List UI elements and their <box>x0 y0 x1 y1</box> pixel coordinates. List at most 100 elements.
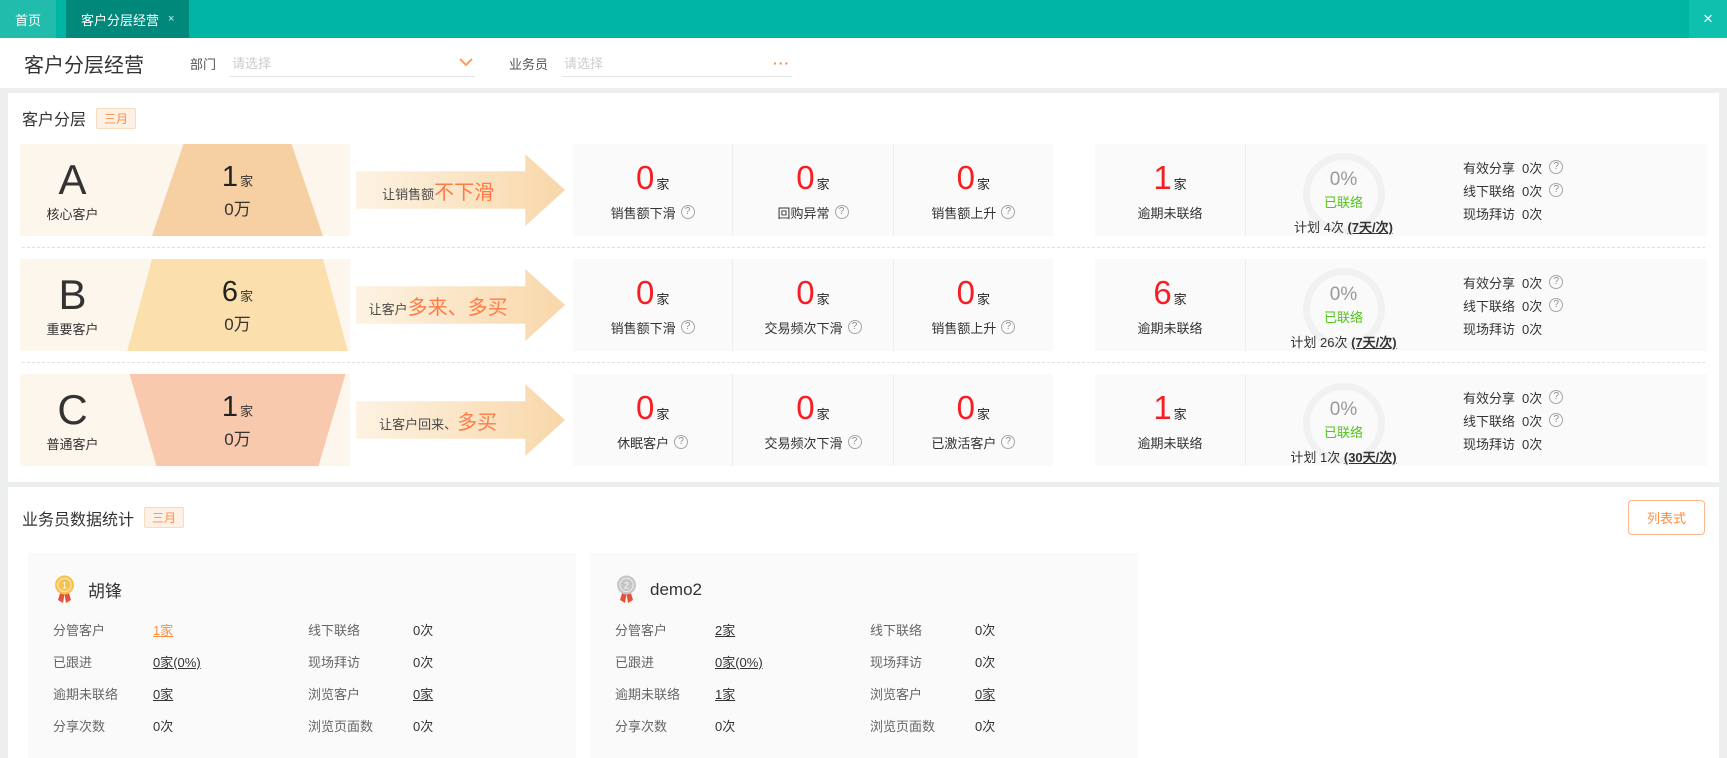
stat-label: 交易频次下滑 <box>764 320 843 336</box>
stat-col: 0家 回购异常? <box>732 144 892 236</box>
row-divider <box>22 247 1705 248</box>
help-icon[interactable]: ? <box>1549 160 1564 174</box>
layer-band: C 普通客户 1家 0万 <box>20 374 350 466</box>
stat-col: 0家 销售额下滑? <box>573 144 732 236</box>
help-icon[interactable]: ? <box>1549 183 1564 197</box>
stat-value[interactable]: 0家(0%) <box>715 652 870 671</box>
close-icon[interactable]: × <box>1689 0 1727 38</box>
layer-type: 重要客户 <box>46 321 99 337</box>
row-divider <box>22 362 1705 363</box>
salesperson-placeholder: 请选择 <box>564 56 604 71</box>
salesperson-name: 胡锋 <box>88 582 122 601</box>
funnel-stats: 1家 0万 <box>222 161 253 220</box>
layer-letter: C <box>57 385 88 433</box>
followup-group: 1家 逾期未联络 0% 已联络 计划 4次 (7天/次) 有效分享 0次? 线下联… <box>1095 144 1707 236</box>
section-title: 客户分层 <box>22 112 87 129</box>
department-placeholder: 请选择 <box>232 56 272 71</box>
stat-number: 0家 <box>635 158 670 196</box>
overdue-col: 1家 逾期未联络 <box>1095 374 1245 466</box>
stat-value: 0次 <box>413 719 434 734</box>
tab-home[interactable]: 首页 <box>0 0 57 38</box>
stat-number: 0家 <box>956 158 990 196</box>
stats-group: 0家 销售额下滑? 0家 回购异常? 0家 销售额上升? <box>573 144 1053 236</box>
layer-type: 核心客户 <box>46 206 99 222</box>
gauge-status: 已联络 <box>1323 310 1363 325</box>
funnel-stats: 6家 0万 <box>222 276 253 335</box>
page-title: 客户分层经营 <box>24 54 144 77</box>
stat-label: 销售额上升 <box>931 205 997 221</box>
stat-value[interactable]: 0家(0%) <box>153 652 308 671</box>
stat-label: 已激活客户 <box>931 435 997 451</box>
department-label: 部门 <box>190 56 217 72</box>
stat-value: 0次 <box>153 719 174 734</box>
stat-label: 销售额下滑 <box>610 205 676 221</box>
salesperson-cards: 1 胡锋 分管客户 1家 线下联络 0次 已跟进 0家(0%) 现场拜访 0次 逾期未联… <box>8 545 1719 758</box>
stat-number: 1家 <box>1153 158 1187 196</box>
stat-number: 0家 <box>956 273 990 311</box>
side-row: 有效分享 0次? <box>1463 388 1564 407</box>
followup-group: 1家 逾期未联络 0% 已联络 计划 1次 (30天/次) 有效分享 0次? 线下… <box>1095 374 1707 466</box>
stat-label: 销售额下滑 <box>610 320 676 336</box>
layer-rows: A 核心客户 1家 0万 让销售额不下滑 0家 销售额下滑? 0 家 回购异常 … <box>8 140 1719 482</box>
month-badge: 三月 <box>96 107 137 129</box>
layer-letter-block: A 核心客户 <box>20 157 125 223</box>
stat-label: 逾期未联络 <box>1137 320 1203 336</box>
stat-col: 0家 销售额下滑? <box>573 259 732 351</box>
tab-customer-layers[interactable]: 客户分层经营 × <box>66 0 190 38</box>
help-icon[interactable]: ? <box>847 435 862 449</box>
side-row: 线下联络 0次? <box>1463 296 1564 315</box>
stat-number: 0家 <box>796 158 830 196</box>
funnel-segment: 6家 0万 <box>125 259 350 351</box>
stat-value[interactable]: 0家 <box>413 684 551 703</box>
stat-col: 0家 销售额上升? <box>892 259 1053 351</box>
stat-number: 0家 <box>796 273 830 311</box>
side-row: 线下联络 0次? <box>1463 411 1564 430</box>
help-icon[interactable]: ? <box>1549 413 1564 427</box>
stat-value[interactable]: 1家 <box>715 684 870 703</box>
slogan: 让客户多来、多买 <box>368 296 508 319</box>
stat-col: 0家 交易频次下滑? <box>732 259 892 351</box>
stat-col: 0家 交易频次下滑? <box>732 374 892 466</box>
stat-value[interactable]: 2家 <box>715 620 870 639</box>
ellipsis-icon[interactable]: ··· <box>773 55 790 71</box>
salesperson-header: 业务员数据统计 三月 列表式 <box>8 487 1719 545</box>
help-icon[interactable]: ? <box>847 320 862 334</box>
salesperson-name: demo2 <box>650 579 702 599</box>
stat-value[interactable]: 0家 <box>153 684 308 703</box>
gauge-percent: 0% <box>1329 284 1358 305</box>
side-list: 有效分享 0次? 线下联络 0次? 现场拜访 0次 <box>1463 374 1564 466</box>
help-icon[interactable]: ? <box>1001 435 1016 449</box>
layer-band: A 核心客户 1家 0万 <box>20 144 350 236</box>
stat-col: 0家 休眠客户? <box>573 374 732 466</box>
help-icon[interactable]: ? <box>680 205 695 219</box>
layer-row-c: C 普通客户 1家 0万 让客户回来、多买 0家 休眠客户? 0 家 交易频次下… <box>20 374 1707 466</box>
stat-value[interactable]: 0家 <box>975 684 1113 703</box>
list-view-button[interactable]: 列表式 <box>1627 500 1705 535</box>
gauge-col: 0% 已联络 计划 26次 (7天/次) <box>1245 259 1441 351</box>
salesperson-input[interactable]: 请选择 ··· <box>562 49 793 77</box>
help-icon[interactable]: ? <box>680 320 695 334</box>
stat-label: 销售额上升 <box>931 320 997 336</box>
help-icon[interactable]: ? <box>1001 320 1016 334</box>
funnel-stats: 1家 0万 <box>222 391 253 450</box>
help-icon[interactable]: ? <box>674 435 689 449</box>
help-icon[interactable]: ? <box>1549 390 1564 404</box>
customer-count: 1家 <box>221 390 254 423</box>
salesperson-panel: 业务员数据统计 三月 列表式 1 胡锋 分管客户 1家 线下联络 0次 已跟进 0家(… <box>8 487 1719 758</box>
funnel-segment: 1家 0万 <box>125 374 350 466</box>
side-row: 有效分享 0次? <box>1463 158 1564 177</box>
help-icon[interactable]: ? <box>1001 205 1016 219</box>
stat-number: 6家 <box>1153 273 1187 311</box>
stats-group: 0家 销售额下滑? 0家 交易频次下滑? 0家 销售额上升? <box>573 259 1053 351</box>
silver-medal-icon: 2 <box>617 575 636 603</box>
help-icon[interactable]: ? <box>834 205 849 219</box>
tab-close-icon[interactable]: × <box>168 13 174 25</box>
help-icon[interactable]: ? <box>1549 275 1564 289</box>
department-select[interactable]: 请选择 <box>230 49 476 77</box>
gauge-percent: 0% <box>1329 169 1358 190</box>
help-icon[interactable]: ? <box>1549 298 1564 312</box>
stat-number: 0家 <box>796 388 830 426</box>
stat-col: 0家 销售额上升? <box>892 144 1053 236</box>
top-tab-bar: 首页 客户分层经营 × × <box>0 0 1727 38</box>
stat-value[interactable]: 1家 <box>153 620 308 639</box>
